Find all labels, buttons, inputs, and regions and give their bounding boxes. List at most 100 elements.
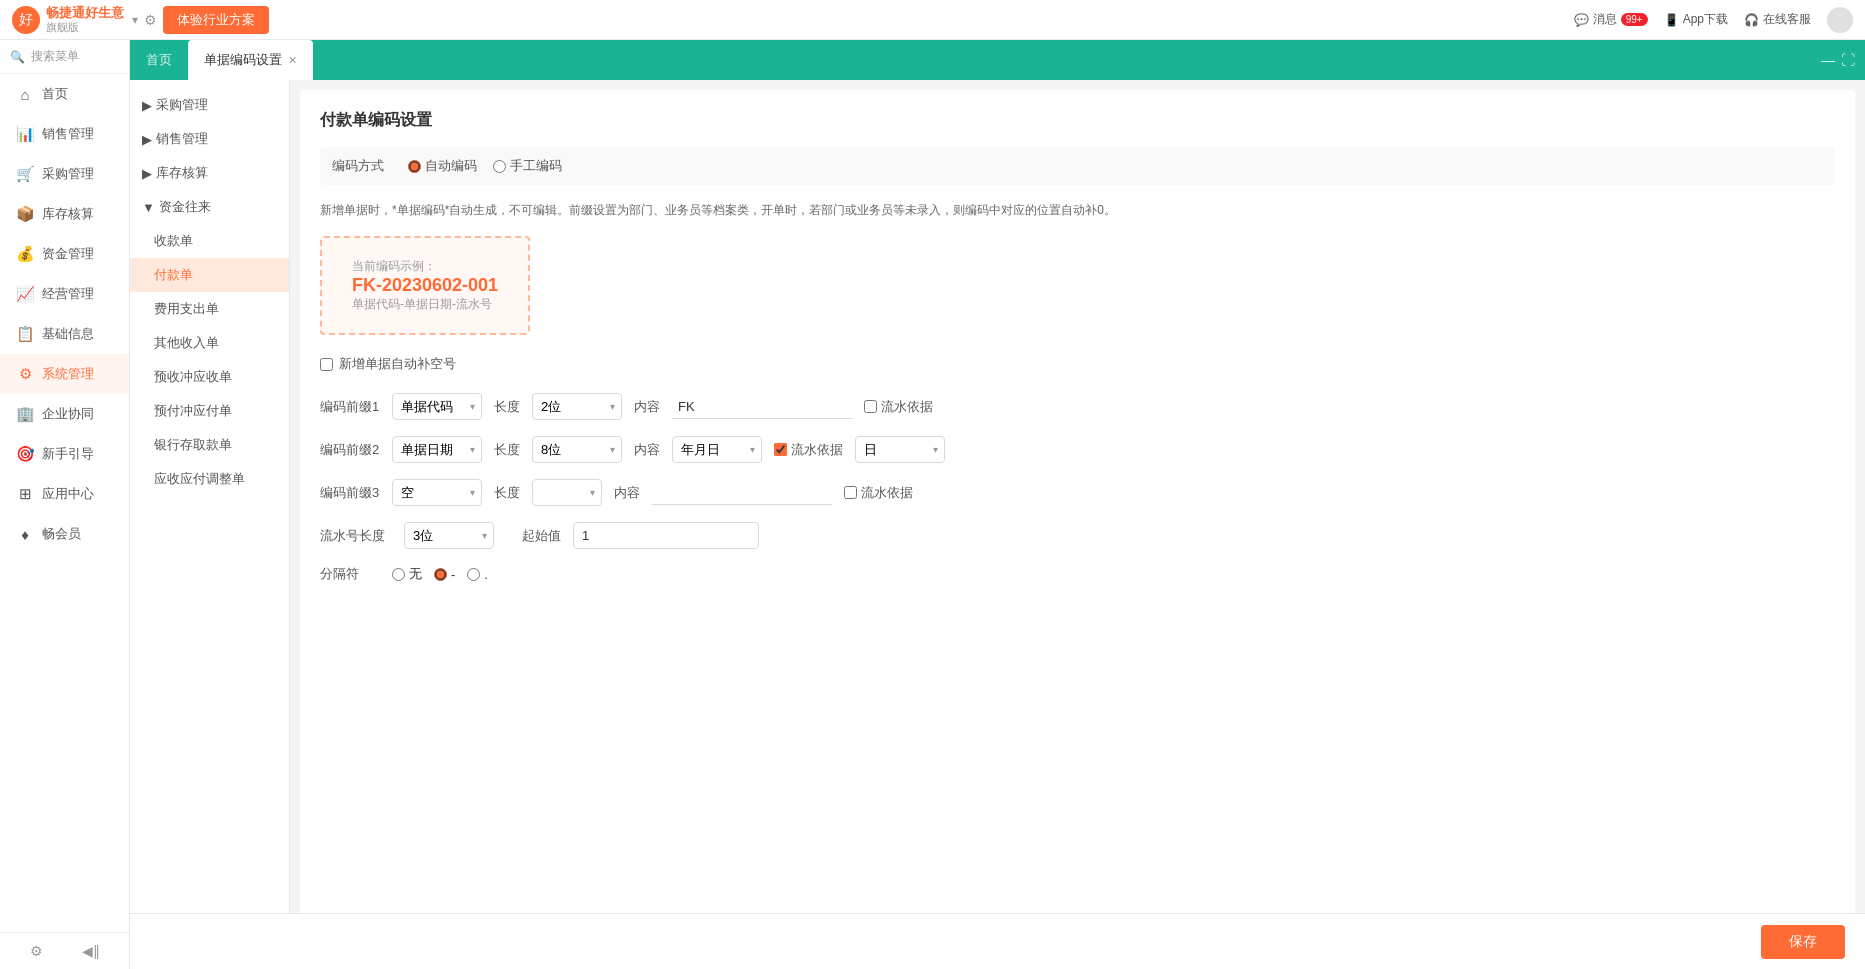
footer-collapse-button[interactable]: ◀‖	[82, 943, 100, 959]
radio-manual-option[interactable]: 手工编码	[493, 157, 562, 175]
prefix3-select[interactable]: 空 单据代码 单据日期	[392, 479, 482, 506]
tab-maximize-icon[interactable]: ⛶	[1841, 52, 1855, 68]
tab-home[interactable]: 首页	[130, 40, 188, 80]
separator-none-option[interactable]: 无	[392, 565, 422, 583]
sidebar-footer: ⚙ ◀‖	[0, 932, 129, 969]
start-value-input[interactable]	[573, 522, 759, 549]
prefix3-content-input[interactable]	[652, 481, 832, 505]
prefix3-select-wrapper[interactable]: 空 单据代码 单据日期	[392, 479, 482, 506]
prefix2-stream-checkbox-wrapper[interactable]: 流水依据	[774, 441, 843, 459]
sub-menu-group-sales: ▶ 销售管理	[130, 122, 289, 156]
serial-length-select-wrapper[interactable]: 3位 4位 5位	[404, 522, 494, 549]
prefix2-label: 编码前缀2	[320, 441, 380, 459]
sidebar-item-purchase[interactable]: 🛒 采购管理	[0, 154, 129, 194]
prefix3-stream-checkbox[interactable]	[844, 486, 857, 499]
chevron-right-icon: ▶	[142, 132, 152, 147]
prefix2-length-wrapper[interactable]: 8位	[532, 436, 622, 463]
basic-icon: 📋	[16, 325, 34, 343]
tab-minimize-icon[interactable]: —	[1821, 52, 1835, 68]
radio-manual-label: 手工编码	[510, 157, 562, 175]
sidebar-item-guide[interactable]: 🎯 新手引导	[0, 434, 129, 474]
prefix3-stream-label: 流水依据	[861, 484, 913, 502]
separator-dash-option[interactable]: -	[434, 567, 455, 582]
sub-menu-inventory[interactable]: ▶ 库存核算	[130, 156, 289, 190]
serial-length-select[interactable]: 3位 4位 5位	[404, 522, 494, 549]
sidebar-item-basic[interactable]: 📋 基础信息	[0, 314, 129, 354]
tab-close-icon[interactable]: ✕	[288, 54, 297, 67]
sub-menu-item-other-income[interactable]: 其他收入单	[130, 326, 289, 360]
prefix2-length-select[interactable]: 8位	[532, 436, 622, 463]
tab-code-settings[interactable]: 单据编码设置 ✕	[188, 40, 313, 80]
enterprise-icon: 🏢	[16, 405, 34, 423]
radio-auto-option[interactable]: 自动编码	[408, 157, 477, 175]
sidebar-item-sales[interactable]: 📊 销售管理	[0, 114, 129, 154]
prefix2-stream-select-wrapper[interactable]: 日 月 年	[855, 436, 945, 463]
app-download-button[interactable]: 📱 App下载	[1664, 11, 1728, 28]
prefix3-stream-checkbox-wrapper[interactable]: 流水依据	[844, 484, 913, 502]
settings-icon[interactable]: ⚙	[144, 12, 157, 28]
prefix1-stream-checkbox[interactable]	[864, 400, 877, 413]
sub-menu-item-advance-receivable[interactable]: 预收冲应收单	[130, 360, 289, 394]
prefix2-select[interactable]: 单据日期 单据代码 空	[392, 436, 482, 463]
sub-menu-purchase[interactable]: ▶ 采购管理	[130, 88, 289, 122]
prefix2-stream-checkbox[interactable]	[774, 443, 787, 456]
auto-fill-checkbox[interactable]	[320, 358, 333, 371]
sub-menu-group-purchase: ▶ 采购管理	[130, 88, 289, 122]
prefix1-select[interactable]: 单据代码 单据日期 空	[392, 393, 482, 420]
sub-menu-item-bank-deposit[interactable]: 银行存取款单	[130, 428, 289, 462]
chevron-right-icon: ▶	[142, 98, 152, 113]
prefix2-stream-label: 流水依据	[791, 441, 843, 459]
save-button[interactable]: 保存	[1761, 925, 1845, 959]
sidebar-item-finance[interactable]: 💰 资金管理	[0, 234, 129, 274]
prefix1-stream-checkbox-wrapper[interactable]: 流水依据	[864, 398, 933, 416]
search-menu[interactable]: 🔍 搜索菜单	[0, 40, 129, 74]
auto-fill-label[interactable]: 新增单据自动补空号	[339, 355, 456, 373]
prefix3-length-select[interactable]	[532, 479, 602, 506]
sidebar-item-home[interactable]: ⌂ 首页	[0, 74, 129, 114]
sidebar-item-enterprise[interactable]: 🏢 企业协同	[0, 394, 129, 434]
sidebar-item-system[interactable]: ⚙ 系统管理	[0, 354, 129, 394]
sub-menu-capital[interactable]: ▼ 资金往来	[130, 190, 289, 224]
sidebar-item-inventory[interactable]: 📦 库存核算	[0, 194, 129, 234]
brand-name: 畅捷通好生意	[46, 5, 124, 21]
sidebar-item-operations[interactable]: 📈 经营管理	[0, 274, 129, 314]
prefix1-content-input[interactable]	[672, 395, 852, 419]
sub-menu-item-receipt[interactable]: 收款单	[130, 224, 289, 258]
tab-code-settings-label: 单据编码设置	[204, 51, 282, 69]
separator-dot-label: .	[484, 567, 488, 582]
prefix2-content-select-wrapper[interactable]: 年月日 年月 年	[672, 436, 762, 463]
sidebar-item-apps[interactable]: ⊞ 应用中心	[0, 474, 129, 514]
prefix3-label: 编码前缀3	[320, 484, 380, 502]
sub-menu-sales[interactable]: ▶ 销售管理	[130, 122, 289, 156]
prefix1-length-wrapper[interactable]: 2位	[532, 393, 622, 420]
brand-sub: 旗舰版	[46, 21, 124, 34]
prefix2-content-select[interactable]: 年月日 年月 年	[672, 436, 762, 463]
prefix3-length-wrapper[interactable]	[532, 479, 602, 506]
sidebar-item-vip[interactable]: ♦ 畅会员	[0, 514, 129, 554]
avatar[interactable]	[1827, 7, 1853, 33]
sub-menu-item-advance-payable[interactable]: 预付冲应付单	[130, 394, 289, 428]
prefix1-select-wrapper[interactable]: 单据代码 单据日期 空	[392, 393, 482, 420]
sub-menu-item-expense[interactable]: 费用支出单	[130, 292, 289, 326]
apps-icon: ⊞	[16, 485, 34, 503]
sub-menu-item-ap-adjust[interactable]: 应收应付调整单	[130, 462, 289, 496]
prefix2-stream-select[interactable]: 日 月 年	[855, 436, 945, 463]
separator-dot-radio[interactable]	[467, 568, 480, 581]
prefix2-length-label: 长度	[494, 441, 520, 459]
prefix2-select-wrapper[interactable]: 单据日期 单据代码 空	[392, 436, 482, 463]
online-service-button[interactable]: 🎧 在线客服	[1744, 11, 1811, 28]
radio-manual-input[interactable]	[493, 160, 506, 173]
radio-auto-input[interactable]	[408, 160, 421, 173]
separator-dot-option[interactable]: .	[467, 567, 488, 582]
sub-menu-group-inventory: ▶ 库存核算	[130, 156, 289, 190]
footer-settings-button[interactable]: ⚙	[30, 943, 43, 959]
message-button[interactable]: 💬 消息 99+	[1574, 11, 1648, 28]
separator-dash-radio[interactable]	[434, 568, 447, 581]
separator-none-radio[interactable]	[392, 568, 405, 581]
nav-dropdown-arrow[interactable]: ▾	[132, 13, 138, 27]
top-bar: 好 畅捷通好生意 旗舰版 ▾ ⚙ 体验行业方案 💬 消息 99+ 📱 App下载…	[0, 0, 1865, 40]
trial-button[interactable]: 体验行业方案	[163, 6, 269, 34]
sub-menu-item-payment[interactable]: 付款单	[130, 258, 289, 292]
prefix1-length-select[interactable]: 2位	[532, 393, 622, 420]
serial-length-label: 流水号长度	[320, 527, 392, 545]
